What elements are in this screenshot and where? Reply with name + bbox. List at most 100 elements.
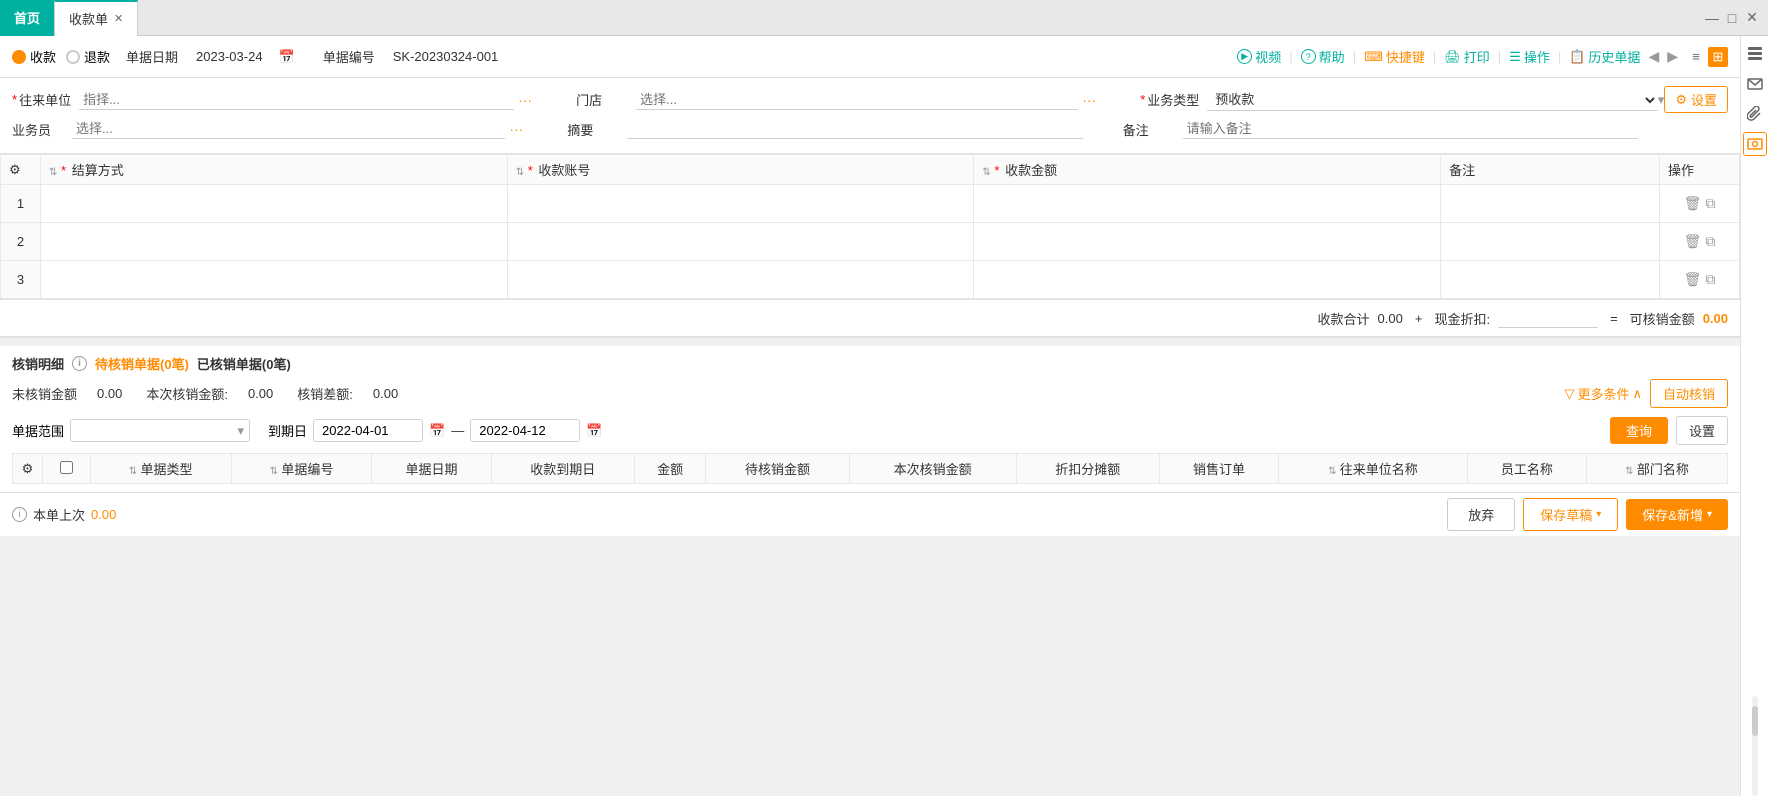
cell-account-3[interactable] xyxy=(507,261,974,299)
chevron-up-icon: ∧ xyxy=(1632,386,1642,402)
counterpart-more-icon[interactable]: ··· xyxy=(514,92,536,108)
date-to-input[interactable] xyxy=(470,419,580,442)
query-btn[interactable]: 查询 xyxy=(1610,417,1668,444)
summary-input[interactable] xyxy=(627,119,1082,139)
row-num-3: 3 xyxy=(1,261,41,299)
staff-input[interactable] xyxy=(72,119,505,139)
cell-settle-2[interactable] xyxy=(41,223,508,261)
save-new-btn[interactable]: 保存&新增 ▾ xyxy=(1626,499,1728,530)
close-btn[interactable]: ✕ xyxy=(1744,10,1760,26)
cell-amount-3[interactable] xyxy=(974,261,1441,299)
view-grid-icon[interactable]: ⊞ xyxy=(1708,47,1728,67)
date-from-cal-icon[interactable]: 📅 xyxy=(429,423,445,439)
keyboard-icon: ⌨ xyxy=(1364,49,1383,65)
cell-remark-2[interactable] xyxy=(1441,223,1660,261)
abandon-btn[interactable]: 放弃 xyxy=(1447,498,1515,531)
date-picker-icon[interactable]: 📅 xyxy=(279,49,295,65)
date-to-cal-icon[interactable]: 📅 xyxy=(586,423,602,439)
th-action: 操作 xyxy=(1660,155,1740,185)
save-draft-btn[interactable]: 保存草稿 ▾ xyxy=(1523,498,1618,531)
sidebar-mail-icon[interactable] xyxy=(1743,72,1767,96)
cell-settle-1[interactable] xyxy=(41,185,508,223)
maximize-btn[interactable]: □ xyxy=(1724,10,1740,26)
copy-icon-3[interactable]: ⧉ xyxy=(1705,271,1715,288)
delete-icon-1[interactable]: 🗑 xyxy=(1684,195,1702,212)
store-input[interactable] xyxy=(636,90,1078,110)
th-settings[interactable]: ⚙ xyxy=(1,155,41,185)
tab-receipt[interactable]: 收款单 ✕ xyxy=(54,0,138,36)
table-row: 3 🗑 ⧉ xyxy=(1,261,1740,299)
history-link[interactable]: 📋 历史单据 xyxy=(1569,47,1640,66)
nav-left-icon[interactable]: ◀ xyxy=(1648,48,1659,65)
nav-right-icon[interactable]: ▶ xyxy=(1667,48,1678,65)
action-icons-1: 🗑 ⧉ xyxy=(1668,195,1731,212)
radio-refund[interactable]: 退款 xyxy=(66,47,110,66)
auto-verify-btn[interactable]: 自动核销 xyxy=(1650,379,1728,408)
view-list-icon[interactable]: ≡ xyxy=(1686,47,1706,67)
tab-close-icon[interactable]: ✕ xyxy=(114,12,123,25)
cell-amount-1[interactable] xyxy=(974,185,1441,223)
plus-sign: + xyxy=(1415,311,1423,326)
remark-input[interactable] xyxy=(1183,119,1638,139)
more-conditions-btn[interactable]: ▽ 更多条件 ∧ xyxy=(1564,384,1642,403)
print-link[interactable]: 🖨 打印 xyxy=(1444,47,1490,66)
remark-field: 备注 xyxy=(1123,119,1638,139)
video-link[interactable]: ▶ 视频 xyxy=(1237,47,1281,66)
select-all-checkbox[interactable] xyxy=(60,461,73,474)
done-tab[interactable]: 已核销单据(0笔) xyxy=(197,354,291,373)
help-link[interactable]: ? 帮助 xyxy=(1301,47,1345,66)
copy-icon-1[interactable]: ⧉ xyxy=(1705,195,1715,212)
operation-link[interactable]: ☰ 操作 xyxy=(1509,47,1550,66)
th-collect-due: 收款到期日 xyxy=(491,454,634,484)
set-btn[interactable]: 设置 xyxy=(1676,416,1728,445)
range-label: 单据范围 xyxy=(12,421,64,440)
cell-account-2[interactable] xyxy=(507,223,974,261)
tab-home[interactable]: 首页 xyxy=(0,0,54,36)
th-checkbox-col xyxy=(43,454,91,484)
counterpart-field: * 往来单位 ··· xyxy=(12,90,536,110)
operation-icon: ☰ xyxy=(1509,49,1521,65)
radio-collect[interactable]: 收款 xyxy=(12,47,56,66)
delete-icon-3[interactable]: 🗑 xyxy=(1684,271,1702,288)
setting-button[interactable]: ⚙ 设置 xyxy=(1664,86,1728,113)
cell-remark-3[interactable] xyxy=(1441,261,1660,299)
footer-last: i 本单上次 0.00 xyxy=(12,505,116,524)
minimize-btn[interactable]: — xyxy=(1704,10,1720,26)
verify-title-text: 核销明细 xyxy=(12,354,64,373)
business-type-select[interactable]: 预收款 xyxy=(1207,89,1658,111)
table-settings-icon-2[interactable]: ⚙ xyxy=(22,461,34,476)
sep5: | xyxy=(1558,49,1561,64)
range-select[interactable] xyxy=(70,419,250,442)
date-from-input[interactable] xyxy=(313,419,423,442)
table-footer: 收款合计 0.00 + 现金折扣: = 可核销金额 0.00 xyxy=(0,300,1740,338)
last-info-icon[interactable]: i xyxy=(12,507,27,522)
sep1: | xyxy=(1289,49,1292,64)
cell-settle-3[interactable] xyxy=(41,261,508,299)
delete-icon-2[interactable]: 🗑 xyxy=(1684,233,1702,250)
th-checkbox[interactable]: ⚙ xyxy=(13,454,43,484)
pending-tab[interactable]: 待核销单据(0笔) xyxy=(95,354,189,373)
verify-info-icon[interactable]: i xyxy=(72,356,87,371)
gear-icon: ⚙ xyxy=(1675,92,1687,108)
sidebar-table-icon[interactable] xyxy=(1743,42,1767,66)
discount-input[interactable] xyxy=(1498,308,1598,328)
table-settings-icon[interactable]: ⚙ xyxy=(9,162,21,177)
tab-home-label: 首页 xyxy=(14,8,40,27)
cell-account-1[interactable] xyxy=(507,185,974,223)
date-field: 到期日 📅 — 📅 xyxy=(268,419,602,442)
staff-label: 业务员 xyxy=(12,120,72,139)
video-icon: ▶ xyxy=(1237,49,1252,64)
counterpart-input[interactable] xyxy=(79,90,514,110)
cell-remark-1[interactable] xyxy=(1441,185,1660,223)
shortcut-link[interactable]: ⌨ 快捷键 xyxy=(1364,47,1425,66)
cell-amount-2[interactable] xyxy=(974,223,1441,261)
copy-icon-2[interactable]: ⧉ xyxy=(1705,233,1715,250)
date-label: 到期日 xyxy=(268,421,307,440)
store-more-icon[interactable]: ··· xyxy=(1078,92,1100,108)
radio-refund-circle xyxy=(66,50,80,64)
sidebar-attachment-icon[interactable] xyxy=(1743,102,1767,126)
staff-more-icon[interactable]: ··· xyxy=(505,121,527,137)
sidebar-screenshot-icon[interactable] xyxy=(1743,132,1767,156)
collect-total-label: 收款合计 xyxy=(1318,309,1370,328)
form-row-1: * 往来单位 ··· 门店 ··· * 业务类型 预收款 ▾ xyxy=(12,86,1728,113)
